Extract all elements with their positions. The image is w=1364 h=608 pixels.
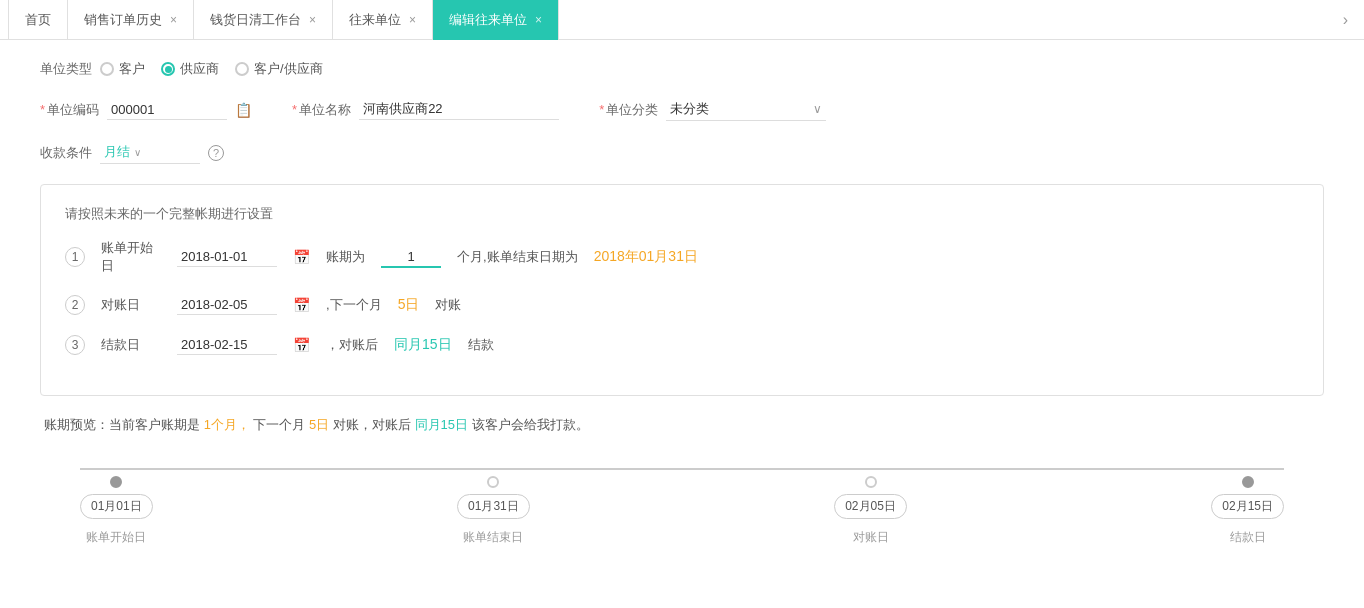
tab-edit-partner-close[interactable]: × [535,13,542,27]
tab-sales-history-close[interactable]: × [170,13,177,27]
start-date-input[interactable] [177,247,277,267]
timeline-point-3: 02月05日 对账日 [834,458,907,546]
payment-terms-help-icon[interactable]: ? [208,145,224,161]
unit-code-field: *单位编码 📋 [40,100,252,120]
payment-date-calendar-icon[interactable]: 📅 [293,337,310,353]
tab-bar: 首页 销售订单历史 × 钱货日清工作台 × 往来单位 × 编辑往来单位 × › [0,0,1364,40]
timeline-label-2: 账单结束日 [463,529,523,546]
tab-partners-close[interactable]: × [409,13,416,27]
reconcile-suffix: 对账 [435,296,461,314]
period-row-3: 3 结款日 📅 ，对账后 同月15日 结款 [65,335,1299,355]
unit-code-calendar-icon[interactable]: 📋 [235,102,252,118]
radio-supplier-label: 供应商 [180,60,219,78]
unit-category-dropdown[interactable]: 未分类 ∨ [666,98,826,121]
preview-highlight-3: 同月15日 [415,417,468,432]
unit-name-label: *单位名称 [292,101,351,119]
tab-edit-partner[interactable]: 编辑往来单位 × [433,0,559,40]
period-num-3: 3 [65,335,85,355]
payment-terms-arrow: ∨ [134,147,141,158]
timeline-label-3: 对账日 [853,529,889,546]
period-row-1: 1 账单开始日 📅 账期为 个月,账单结束日期为 2018年01月31日 [65,239,1299,275]
start-date-suffix-after: 个月,账单结束日期为 [457,248,578,266]
timeline-point-1: 01月01日 账单开始日 [80,458,153,546]
timeline: 01月01日 账单开始日 01月31日 账单结束日 02月05日 对账日 [40,458,1324,546]
radio-customer-supplier-label: 客户/供应商 [254,60,323,78]
tab-partners[interactable]: 往来单位 × [333,0,433,40]
period-label-reconcile: 对账日 [101,296,161,314]
start-date-calendar-icon[interactable]: 📅 [293,249,310,265]
payment-terms-label: 收款条件 [40,144,92,162]
start-date-suffix-before: 账期为 [326,248,365,266]
main-content: 单位类型 客户 供应商 客户/供应商 *单位编码 [0,40,1364,608]
unit-type-label: 单位类型 [40,60,92,78]
radio-supplier[interactable]: 供应商 [161,60,219,78]
period-label-start-date: 账单开始日 [101,239,161,275]
radio-customer-supplier-circle [235,62,249,76]
end-date-highlight: 2018年01月31日 [594,248,698,266]
payment-date-input[interactable] [177,335,277,355]
unit-category-field: *单位分类 未分类 ∨ [599,98,826,121]
unit-type-row: 单位类型 客户 供应商 客户/供应商 [40,60,1324,78]
payment-prefix: ，对账后 [326,336,378,354]
preview-mid-1: 下一个月 [253,417,305,432]
payment-terms-field: 收款条件 月结 ∨ ? [40,141,224,164]
preview-highlight-2: 5日 [309,417,329,432]
timeline-badge-4: 02月15日 [1211,494,1284,519]
payment-terms-value: 月结 [104,143,130,161]
unit-category-arrow: ∨ [813,102,822,116]
reconcile-prefix: ,下一个月 [326,296,382,314]
reconcile-day-highlight: 5日 [398,296,420,314]
preview-prefix: 账期预览：当前客户账期是 [44,417,200,432]
preview-text: 账期预览：当前客户账期是 1个月， 下一个月 5日 对账，对账后 同月15日 该… [40,416,1324,434]
tab-sales-history[interactable]: 销售订单历史 × [68,0,194,40]
timeline-label-1: 账单开始日 [86,529,146,546]
unit-name-input[interactable] [359,100,559,120]
tab-expand-button[interactable]: › [1335,11,1356,29]
timeline-point-4: 02月15日 结款日 [1211,458,1284,546]
preview-highlight-1: 1个月， [204,417,250,432]
payment-suffix: 结款 [468,336,494,354]
period-label-payment: 结款日 [101,336,161,354]
radio-customer[interactable]: 客户 [100,60,145,78]
unit-info-row: *单位编码 📋 *单位名称 *单位分类 未分类 ∨ [40,98,1324,121]
tab-cash-work[interactable]: 钱货日清工作台 × [194,0,333,40]
radio-customer-circle [100,62,114,76]
tab-home[interactable]: 首页 [8,0,68,40]
months-input[interactable] [381,247,441,268]
payment-day-highlight: 同月15日 [394,336,452,354]
payment-terms-row: 收款条件 月结 ∨ ? [40,141,1324,164]
unit-category-label: *单位分类 [599,101,658,119]
reconcile-date-input[interactable] [177,295,277,315]
unit-category-value: 未分类 [670,100,709,118]
unit-code-label: *单位编码 [40,101,99,119]
unit-type-field: 单位类型 客户 供应商 客户/供应商 [40,60,323,78]
unit-name-field: *单位名称 [292,100,559,120]
timeline-dot-2 [487,476,499,488]
reconcile-date-calendar-icon[interactable]: 📅 [293,297,310,313]
preview-suffix: 该客户会给我打款。 [472,417,589,432]
timeline-badge-1: 01月01日 [80,494,153,519]
timeline-badge-2: 01月31日 [457,494,530,519]
period-title: 请按照未来的一个完整帐期进行设置 [65,205,1299,223]
preview-mid-2: 对账，对账后 [333,417,411,432]
timeline-badge-3: 02月05日 [834,494,907,519]
timeline-points: 01月01日 账单开始日 01月31日 账单结束日 02月05日 对账日 [80,458,1284,546]
unit-type-radio-group: 客户 供应商 客户/供应商 [100,60,323,78]
timeline-dot-1 [110,476,122,488]
radio-customer-supplier[interactable]: 客户/供应商 [235,60,323,78]
period-num-1: 1 [65,247,85,267]
tab-cash-work-close[interactable]: × [309,13,316,27]
timeline-label-4: 结款日 [1230,529,1266,546]
payment-terms-dropdown[interactable]: 月结 ∨ [100,141,200,164]
period-row-2: 2 对账日 📅 ,下一个月 5日 对账 [65,295,1299,315]
period-num-2: 2 [65,295,85,315]
timeline-point-2: 01月31日 账单结束日 [457,458,530,546]
unit-code-input[interactable] [107,100,227,120]
timeline-dot-4 [1242,476,1254,488]
radio-supplier-circle [161,62,175,76]
timeline-dot-3 [865,476,877,488]
period-settings-box: 请按照未来的一个完整帐期进行设置 1 账单开始日 📅 账期为 个月,账单结束日期… [40,184,1324,396]
radio-customer-label: 客户 [119,60,145,78]
